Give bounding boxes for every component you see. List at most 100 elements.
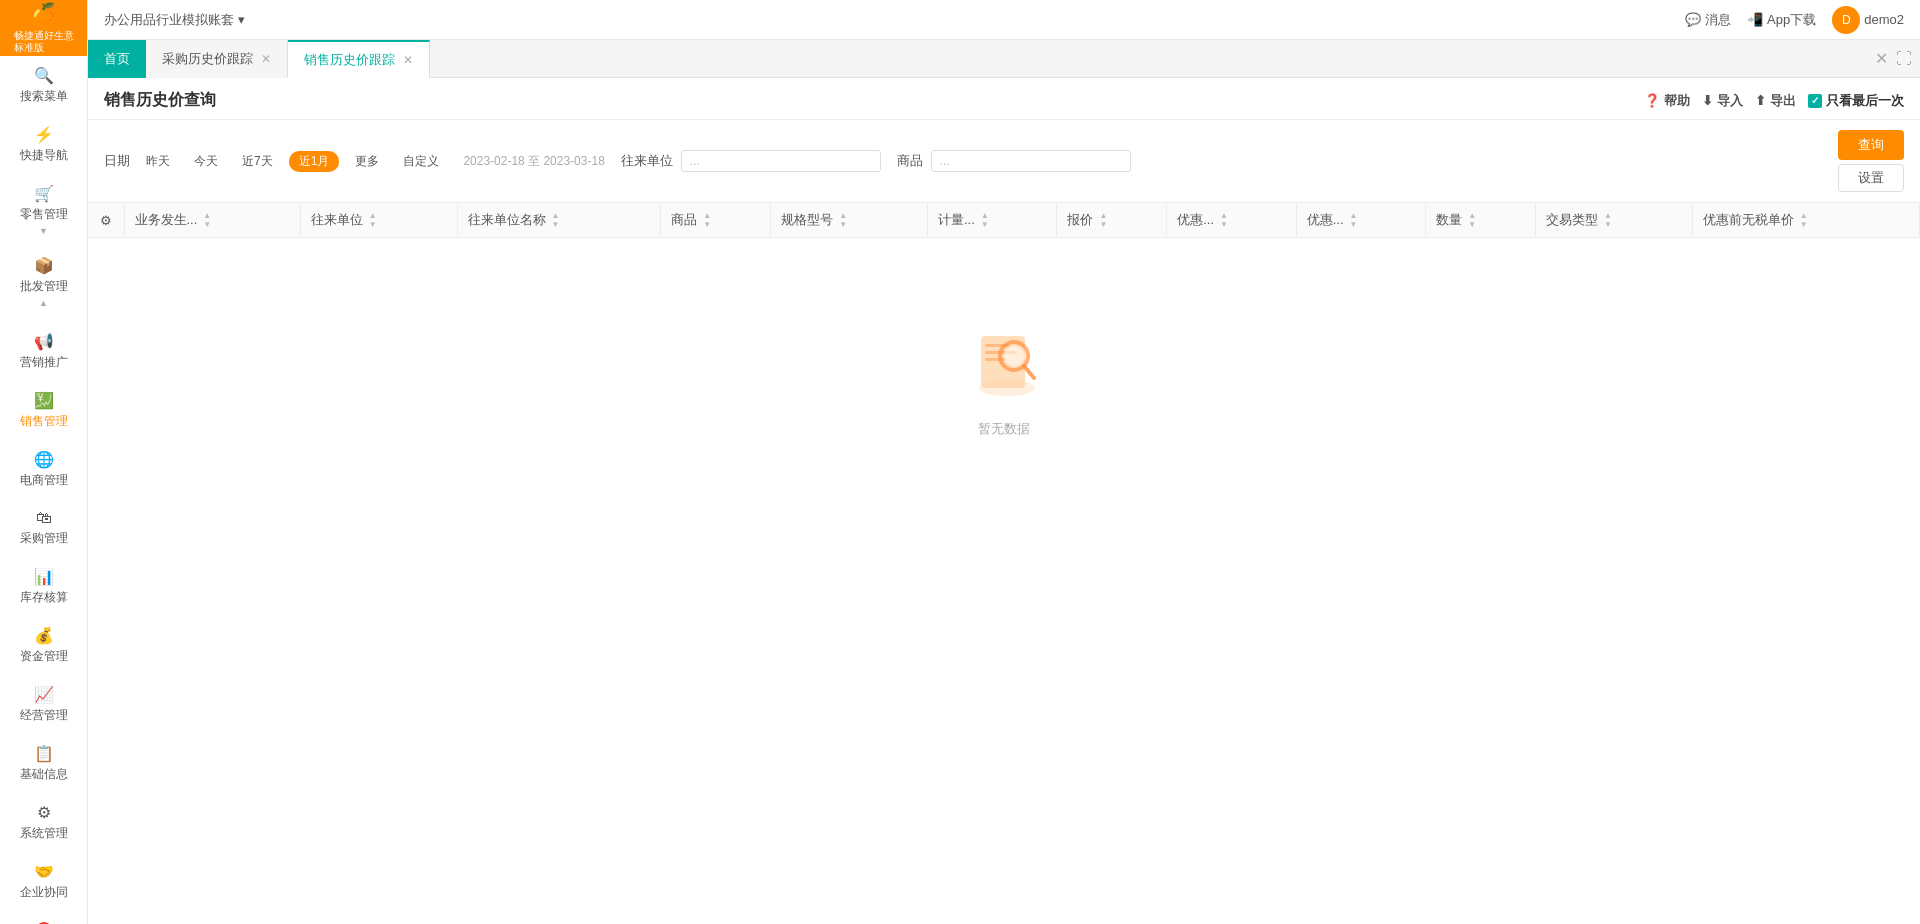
export-btn[interactable]: ⬆ 导出 — [1755, 92, 1796, 110]
date-btn-7days[interactable]: 近7天 — [234, 151, 281, 172]
sales-tab-label: 销售历史价跟踪 — [304, 51, 395, 69]
th-unit[interactable]: 计量... ▲▼ — [927, 203, 1056, 238]
th-partner-name[interactable]: 往来单位名称 ▲▼ — [457, 203, 661, 238]
th-partner-code[interactable]: 往来单位 ▲▼ — [300, 203, 457, 238]
date-range-group: 2023-02-18 至 2023-03-18 — [463, 153, 604, 170]
import-btn[interactable]: ⬇ 导入 — [1702, 92, 1743, 110]
maximize-icon[interactable]: ⛶ — [1896, 50, 1912, 68]
date-btn-more[interactable]: 更多 — [347, 151, 387, 172]
sidebar-item-system[interactable]: ⚙ 系统管理 — [0, 793, 87, 852]
retail-icon: 🛒 — [34, 184, 54, 203]
logo-icon: 🍊 — [30, 2, 57, 28]
query-button[interactable]: 查询 — [1838, 130, 1904, 160]
date-btn-yesterday[interactable]: 昨天 — [138, 151, 178, 172]
sidebar-item-label: 零售管理 — [20, 206, 68, 223]
help-icon: ❓ — [1644, 93, 1660, 108]
ecommerce-icon: 🌐 — [34, 450, 54, 469]
sort-icon: ▲▼ — [203, 211, 211, 229]
sidebar-item-wholesale-mgmt[interactable]: 📦 批发管理 ▲ — [0, 246, 87, 318]
tabs-actions: ✕ ⛶ — [1875, 49, 1920, 68]
tab-home[interactable]: 首页 — [88, 40, 146, 78]
sidebar-item-ops[interactable]: 📈 经营管理 — [0, 675, 87, 734]
purchase-icon: 🛍 — [36, 509, 52, 527]
message-btn[interactable]: 💬 消息 — [1685, 11, 1731, 29]
sales-tab-close[interactable]: ✕ — [403, 53, 413, 67]
purchase-tab-label: 采购历史价跟踪 — [162, 50, 253, 68]
sort-icon: ▲▼ — [1220, 211, 1228, 229]
sidebar-item-search-menu[interactable]: 🔍 搜索菜单 — [0, 56, 87, 115]
th-quantity[interactable]: 数量 ▲▼ — [1426, 203, 1536, 238]
topbar-left: 办公用品行业模拟账套 ▾ — [104, 11, 245, 29]
date-btn-custom[interactable]: 自定义 — [395, 151, 447, 172]
sidebar-item-purchase[interactable]: 🛍 采购管理 — [0, 499, 87, 557]
tabs-bar: 首页 采购历史价跟踪 ✕ 销售历史价跟踪 ✕ ✕ ⛶ — [88, 40, 1920, 78]
username: demo2 — [1864, 12, 1904, 27]
table-header-row: ⚙ 业务发生... ▲▼ 往来单位 ▲▼ — [88, 203, 1920, 238]
sort-icon: ▲▼ — [703, 211, 711, 229]
sidebar-item-retail-mgmt[interactable]: 🛒 零售管理 ▼ — [0, 174, 87, 246]
sidebar-item-inventory[interactable]: 📊 库存核算 — [0, 557, 87, 616]
page-title: 销售历史价查询 — [104, 90, 216, 111]
th-discount1[interactable]: 优惠... ▲▼ — [1167, 203, 1296, 238]
page-content: 销售历史价查询 ❓ 帮助 ⬇ 导入 ⬆ 导出 ✓ — [88, 78, 1920, 924]
sidebar-item-enterprise-collab[interactable]: 🤝 企业协同 — [0, 852, 87, 911]
goods-filter-label: 商品 — [897, 152, 923, 170]
company-dropdown[interactable]: 办公用品行业模拟账套 ▾ — [104, 11, 245, 29]
page-header: 销售历史价查询 ❓ 帮助 ⬇ 导入 ⬆ 导出 ✓ — [88, 78, 1920, 120]
partner-filter-input[interactable]: ... — [681, 150, 881, 172]
system-icon: ⚙ — [37, 803, 51, 822]
logo-text: 畅捷通好生意 标准版 — [14, 30, 74, 54]
company-name: 办公用品行业模拟账套 — [104, 11, 234, 29]
sidebar-item-marketing[interactable]: 📢 营销推广 — [0, 322, 87, 381]
sidebar-item-ecommerce[interactable]: 🌐 电商管理 — [0, 440, 87, 499]
th-trade-type[interactable]: 交易类型 ▲▼ — [1536, 203, 1693, 238]
date-btn-1month[interactable]: 近1月 — [289, 151, 340, 172]
tab-purchase-history[interactable]: 采购历史价跟踪 ✕ — [146, 40, 288, 78]
export-icon: ⬆ — [1755, 93, 1766, 108]
th-settings[interactable]: ⚙ — [88, 203, 124, 238]
collab-icon: 🤝 — [34, 862, 54, 881]
goods-filter-input[interactable]: ... — [931, 150, 1131, 172]
sidebar-item-quick-nav[interactable]: ⚡ 快捷导航 — [0, 115, 87, 174]
empty-text: 暂无数据 — [978, 420, 1030, 438]
date-btn-today[interactable]: 今天 — [186, 151, 226, 172]
marketing-icon: 📢 — [34, 332, 54, 351]
wholesale-icon: 📦 — [34, 256, 54, 275]
avatar: D — [1832, 6, 1860, 34]
th-goods[interactable]: 商品 ▲▼ — [661, 203, 771, 238]
partner-input-placeholder: ... — [690, 154, 700, 168]
finance-icon: 💰 — [34, 626, 54, 645]
user-menu[interactable]: D demo2 — [1832, 6, 1904, 34]
close-tab-icon[interactable]: ✕ — [1875, 49, 1888, 68]
sidebar-item-sales-mgmt[interactable]: 💹 销售管理 — [0, 381, 87, 440]
th-quote[interactable]: 报价 ▲▼ — [1057, 203, 1167, 238]
sort-icon: ▲▼ — [1099, 211, 1107, 229]
sidebar-item-label: 搜索菜单 — [20, 88, 68, 105]
quick-nav-icon: ⚡ — [34, 125, 54, 144]
th-discount2[interactable]: 优惠... ▲▼ — [1296, 203, 1425, 238]
inventory-icon: 📊 — [34, 567, 54, 586]
purchase-tab-close[interactable]: ✕ — [261, 52, 271, 66]
sort-icon: ▲▼ — [981, 211, 989, 229]
sidebar-item-basic-info[interactable]: 📋 基础信息 — [0, 734, 87, 793]
sidebar-item-label: 销售管理 — [20, 413, 68, 430]
settings-button[interactable]: 设置 — [1838, 164, 1904, 192]
th-business-date[interactable]: 业务发生... ▲▼ — [124, 203, 300, 238]
sidebar-item-label: 快捷导航 — [20, 147, 68, 164]
sidebar-item-beginner[interactable]: 🎯 新手引导 — [0, 911, 87, 924]
tab-sales-history[interactable]: 销售历史价跟踪 ✕ — [288, 40, 430, 78]
dropdown-icon: ▾ — [238, 12, 245, 27]
date-range-display: 2023-02-18 至 2023-03-18 — [463, 153, 604, 170]
date-filter-label: 日期 — [104, 152, 130, 170]
partner-filter-group: 往来单位 ... — [621, 150, 881, 172]
only-last-checkbox-label[interactable]: ✓ 只看最后一次 — [1808, 92, 1904, 110]
th-spec[interactable]: 规格型号 ▲▼ — [771, 203, 928, 238]
svg-point-6 — [1004, 346, 1024, 366]
th-price-no-tax[interactable]: 优惠前无税单价 ▲▼ — [1692, 203, 1919, 238]
date-filter-group: 日期 昨天 今天 近7天 近1月 更多 自定义 — [104, 151, 447, 172]
empty-svg — [959, 318, 1049, 408]
app-download-btn[interactable]: 📲 App下载 — [1747, 11, 1816, 29]
home-tab-label: 首页 — [104, 50, 130, 68]
help-btn[interactable]: ❓ 帮助 — [1644, 92, 1690, 110]
sidebar-item-finance[interactable]: 💰 资金管理 — [0, 616, 87, 675]
